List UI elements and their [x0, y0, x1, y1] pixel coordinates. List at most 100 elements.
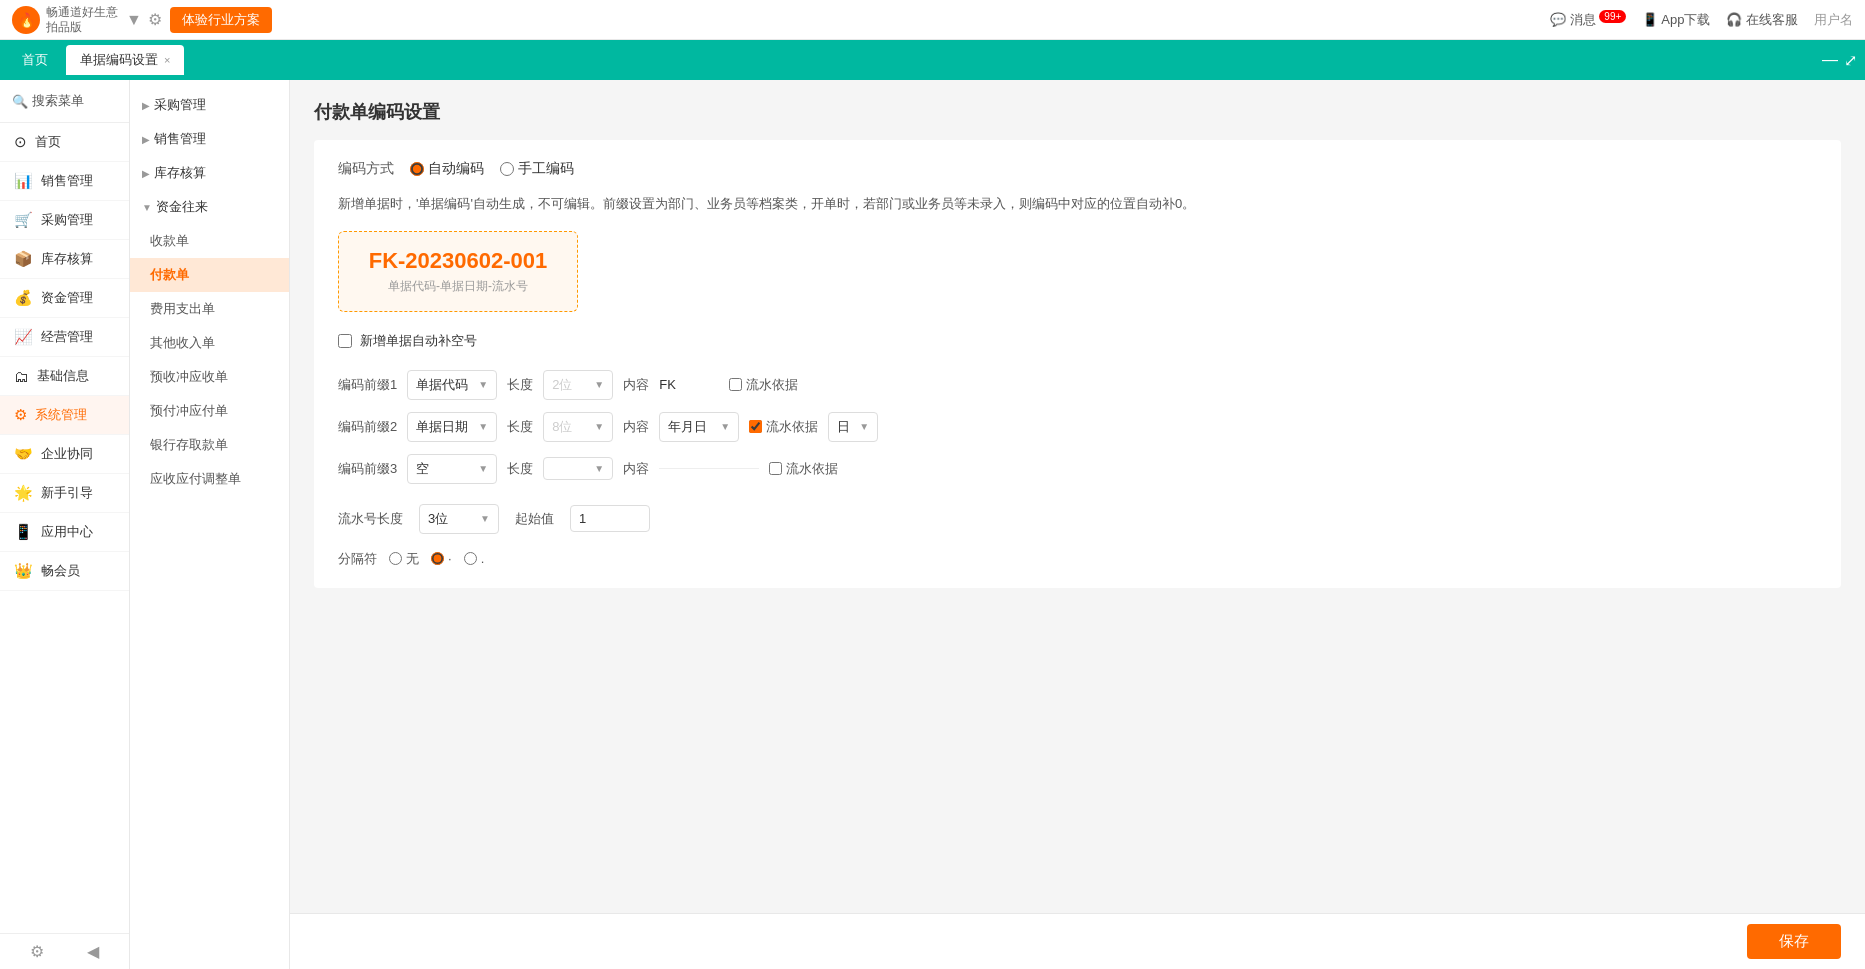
prefix2-content-select[interactable]: 年月日 ▼: [659, 412, 739, 442]
sidebar-item-system[interactable]: ⚙ 系统管理: [0, 396, 129, 435]
prefix1-len-arrow-icon: ▼: [594, 379, 604, 390]
sidebar-item-inventory[interactable]: 📦 库存核算: [0, 240, 129, 279]
auto-encode-input[interactable]: [410, 162, 424, 176]
prefix3-stream-input[interactable]: [769, 462, 782, 475]
manual-encode-radio[interactable]: 手工编码: [500, 160, 574, 178]
tab-close-icon[interactable]: ×: [164, 54, 170, 66]
sep-dot-radio[interactable]: ·: [431, 551, 452, 566]
topbar-left: 🔥 畅通道好生意 拍品版 ▼ ⚙ 体验行业方案: [12, 5, 272, 34]
sub-item-other-income[interactable]: 其他收入单: [130, 326, 289, 360]
prefix2-select[interactable]: 单据日期 ▼: [407, 412, 497, 442]
logo-text: 畅通道好生意 拍品版: [46, 5, 118, 34]
tab-home[interactable]: 首页: [8, 45, 62, 75]
prefix2-label: 编码前缀2: [338, 418, 397, 436]
prefix3-content-label: 内容: [623, 460, 649, 478]
trial-button[interactable]: 体验行业方案: [170, 7, 272, 33]
preview-code: FK-20230602-001: [369, 248, 548, 274]
search-icon: 🔍: [12, 94, 28, 109]
logo: 🔥 畅通道好生意 拍品版: [12, 5, 118, 34]
topbar: 🔥 畅通道好生意 拍品版 ▼ ⚙ 体验行业方案 💬 消息 99+ 📱 App下载…: [0, 0, 1865, 40]
enterprise-icon: 🤝: [14, 445, 33, 463]
prefix1-length-select[interactable]: 2位 ▼: [543, 370, 613, 400]
dropdown-arrow-icon[interactable]: ▼: [126, 11, 142, 29]
prefix1-stream-checkbox[interactable]: 流水依据: [729, 376, 798, 394]
separator-row: 分隔符 无 · .: [338, 550, 1817, 568]
bottom-bar: 保存: [290, 913, 1865, 969]
prefix3-length-select[interactable]: ▼: [543, 457, 613, 480]
encode-method-row: 编码方式 自动编码 手工编码: [338, 160, 1817, 178]
auto-fill-checkbox[interactable]: [338, 334, 352, 348]
sub-item-receipt[interactable]: 收款单: [130, 224, 289, 258]
sidebar-item-apps[interactable]: 📱 应用中心: [0, 513, 129, 552]
search-menu-btn[interactable]: 🔍 搜索菜单: [8, 88, 121, 114]
prefix3-select[interactable]: 空 ▼: [407, 454, 497, 484]
inventory-icon: 📦: [14, 250, 33, 268]
page-title: 付款单编码设置: [314, 100, 1841, 124]
sidebar-search[interactable]: 🔍 搜索菜单: [0, 80, 129, 123]
sep-dot-input[interactable]: [431, 552, 444, 565]
sep-dash-input[interactable]: [464, 552, 477, 565]
sub-item-advance-pay[interactable]: 预付冲应付单: [130, 394, 289, 428]
message-area[interactable]: 💬 消息 99+: [1550, 11, 1626, 29]
serial-start-label: 起始值: [515, 510, 554, 528]
sub-group-sales-header[interactable]: ▶ 销售管理: [130, 122, 289, 156]
sub-group-inventory-header[interactable]: ▶ 库存核算: [130, 156, 289, 190]
user-avatar[interactable]: 用户名: [1814, 11, 1853, 29]
preview-box: FK-20230602-001 单据代码-单据日期-流水号: [338, 231, 578, 312]
prefix2-date-unit-select[interactable]: 日 ▼: [828, 412, 878, 442]
logo-icon: 🔥: [12, 6, 40, 34]
manual-encode-input[interactable]: [500, 162, 514, 176]
online-service[interactable]: 🎧 在线客服: [1726, 11, 1798, 29]
sub-group-purchase: ▶ 采购管理: [130, 88, 289, 122]
prefix2-length-label: 长度: [507, 418, 533, 436]
sep-dash-radio[interactable]: .: [464, 551, 485, 566]
tab-encode-settings[interactable]: 单据编码设置 ×: [66, 45, 184, 75]
sidebar-item-home[interactable]: ⊙ 首页: [0, 123, 129, 162]
sub-sidebar: ▶ 采购管理 ▶ 销售管理 ▶ 库存核算 ▼ 资金往来: [130, 80, 290, 969]
apps-icon: 📱: [14, 523, 33, 541]
prefix1-stream-input[interactable]: [729, 378, 742, 391]
sub-group-sales: ▶ 销售管理: [130, 122, 289, 156]
save-button[interactable]: 保存: [1747, 924, 1841, 959]
preview-desc: 单据代码-单据日期-流水号: [388, 278, 528, 295]
sub-item-ap-adj[interactable]: 应收应付调整单: [130, 462, 289, 496]
settings-icon[interactable]: ⚙: [148, 10, 162, 29]
sub-item-expense[interactable]: 费用支出单: [130, 292, 289, 326]
prefix2-stream-checkbox[interactable]: 流水依据: [749, 418, 818, 436]
sidebar-item-member[interactable]: 👑 畅会员: [0, 552, 129, 591]
prefix2-length-select[interactable]: 8位 ▼: [543, 412, 613, 442]
sub-item-bank-deposit[interactable]: 银行存取款单: [130, 428, 289, 462]
sub-group-purchase-header[interactable]: ▶ 采购管理: [130, 88, 289, 122]
prefix3-label: 编码前缀3: [338, 460, 397, 478]
sidebar-item-enterprise[interactable]: 🤝 企业协同: [0, 435, 129, 474]
sidebar-item-basic[interactable]: 🗂 基础信息: [0, 357, 129, 396]
sidebar-footer: ⚙ ◀: [0, 933, 129, 969]
sidebar-item-newguide[interactable]: 🌟 新手引导: [0, 474, 129, 513]
sep-none-radio[interactable]: 无: [389, 550, 419, 568]
auto-encode-radio[interactable]: 自动编码: [410, 160, 484, 178]
sub-item-payment[interactable]: 付款单: [130, 258, 289, 292]
encode-radio-group: 自动编码 手工编码: [410, 160, 574, 178]
serial-start-input[interactable]: [570, 505, 650, 532]
prefix1-select[interactable]: 单据代码 ▼: [407, 370, 497, 400]
serial-row: 流水号长度 3位 ▼ 起始值: [338, 504, 1817, 534]
footer-settings-icon[interactable]: ⚙: [30, 942, 44, 961]
topbar-right: 💬 消息 99+ 📱 App下载 🎧 在线客服 用户名: [1550, 11, 1853, 29]
minimize-icon[interactable]: —: [1822, 51, 1838, 70]
sub-item-advance-recv[interactable]: 预收冲应收单: [130, 360, 289, 394]
maximize-icon[interactable]: ⤢: [1844, 51, 1857, 70]
operations-icon: 📈: [14, 328, 33, 346]
sub-group-finance-header[interactable]: ▼ 资金往来: [130, 190, 289, 224]
prefix1-length-label: 长度: [507, 376, 533, 394]
sidebar-item-finance[interactable]: 💰 资金管理: [0, 279, 129, 318]
prefix2-stream-input[interactable]: [749, 420, 762, 433]
prefix2-content-label: 内容: [623, 418, 649, 436]
sidebar-item-operations[interactable]: 📈 经营管理: [0, 318, 129, 357]
sidebar-item-purchase[interactable]: 🛒 采购管理: [0, 201, 129, 240]
sidebar-item-sales[interactable]: 📊 销售管理: [0, 162, 129, 201]
sep-none-input[interactable]: [389, 552, 402, 565]
serial-length-select[interactable]: 3位 ▼: [419, 504, 499, 534]
prefix3-stream-checkbox[interactable]: 流水依据: [769, 460, 838, 478]
footer-collapse-icon[interactable]: ◀: [87, 942, 99, 961]
app-download[interactable]: 📱 App下载: [1642, 11, 1710, 29]
